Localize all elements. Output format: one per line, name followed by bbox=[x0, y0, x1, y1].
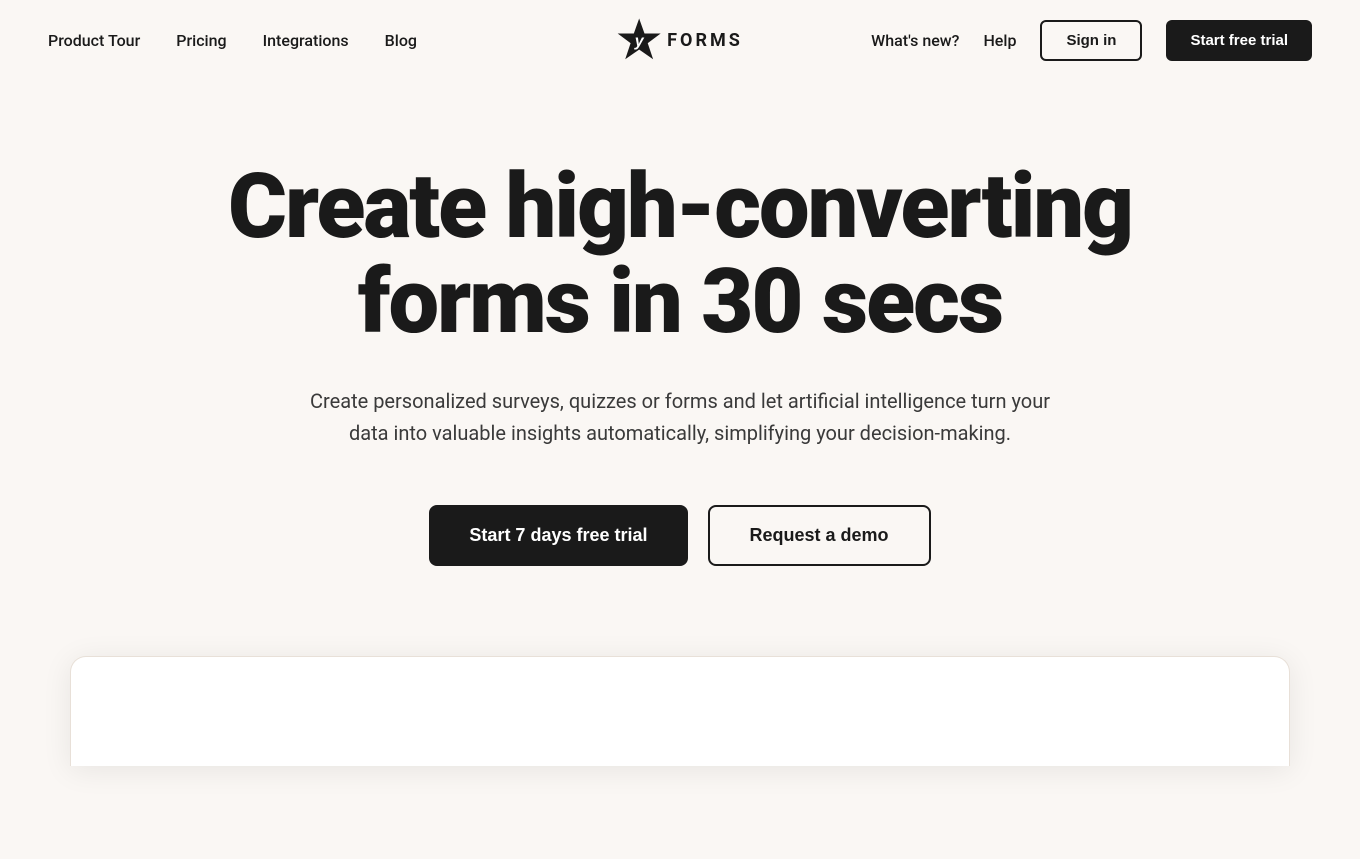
hero-section: Create high-converting forms in 30 secs … bbox=[0, 80, 1360, 626]
nav-help[interactable]: Help bbox=[983, 31, 1016, 50]
preview-container bbox=[0, 656, 1360, 766]
svg-text:y: y bbox=[634, 33, 645, 50]
logo[interactable]: y FORMS bbox=[617, 18, 743, 62]
logo-icon: y bbox=[617, 18, 661, 62]
nav-integrations[interactable]: Integrations bbox=[263, 31, 349, 50]
nav-blog[interactable]: Blog bbox=[385, 31, 417, 50]
nav-product-tour[interactable]: Product Tour bbox=[48, 31, 140, 50]
hero-subtitle: Create personalized surveys, quizzes or … bbox=[290, 385, 1070, 449]
navbar: Product Tour Pricing Integrations Blog y… bbox=[0, 0, 1360, 80]
hero-buttons: Start 7 days free trial Request a demo bbox=[429, 505, 930, 566]
nav-pricing[interactable]: Pricing bbox=[176, 31, 226, 50]
hero-title: Create high-converting forms in 30 secs bbox=[130, 160, 1230, 349]
start-trial-nav-button[interactable]: Start free trial bbox=[1166, 20, 1312, 61]
preview-card bbox=[70, 656, 1290, 766]
start-trial-hero-button[interactable]: Start 7 days free trial bbox=[429, 505, 687, 566]
request-demo-button[interactable]: Request a demo bbox=[708, 505, 931, 566]
signin-button[interactable]: Sign in bbox=[1040, 20, 1142, 61]
logo-text: FORMS bbox=[667, 30, 743, 51]
nav-whats-new[interactable]: What's new? bbox=[871, 31, 959, 50]
nav-right: What's new? Help Sign in Start free tria… bbox=[871, 20, 1312, 61]
nav-left: Product Tour Pricing Integrations Blog bbox=[48, 31, 417, 50]
